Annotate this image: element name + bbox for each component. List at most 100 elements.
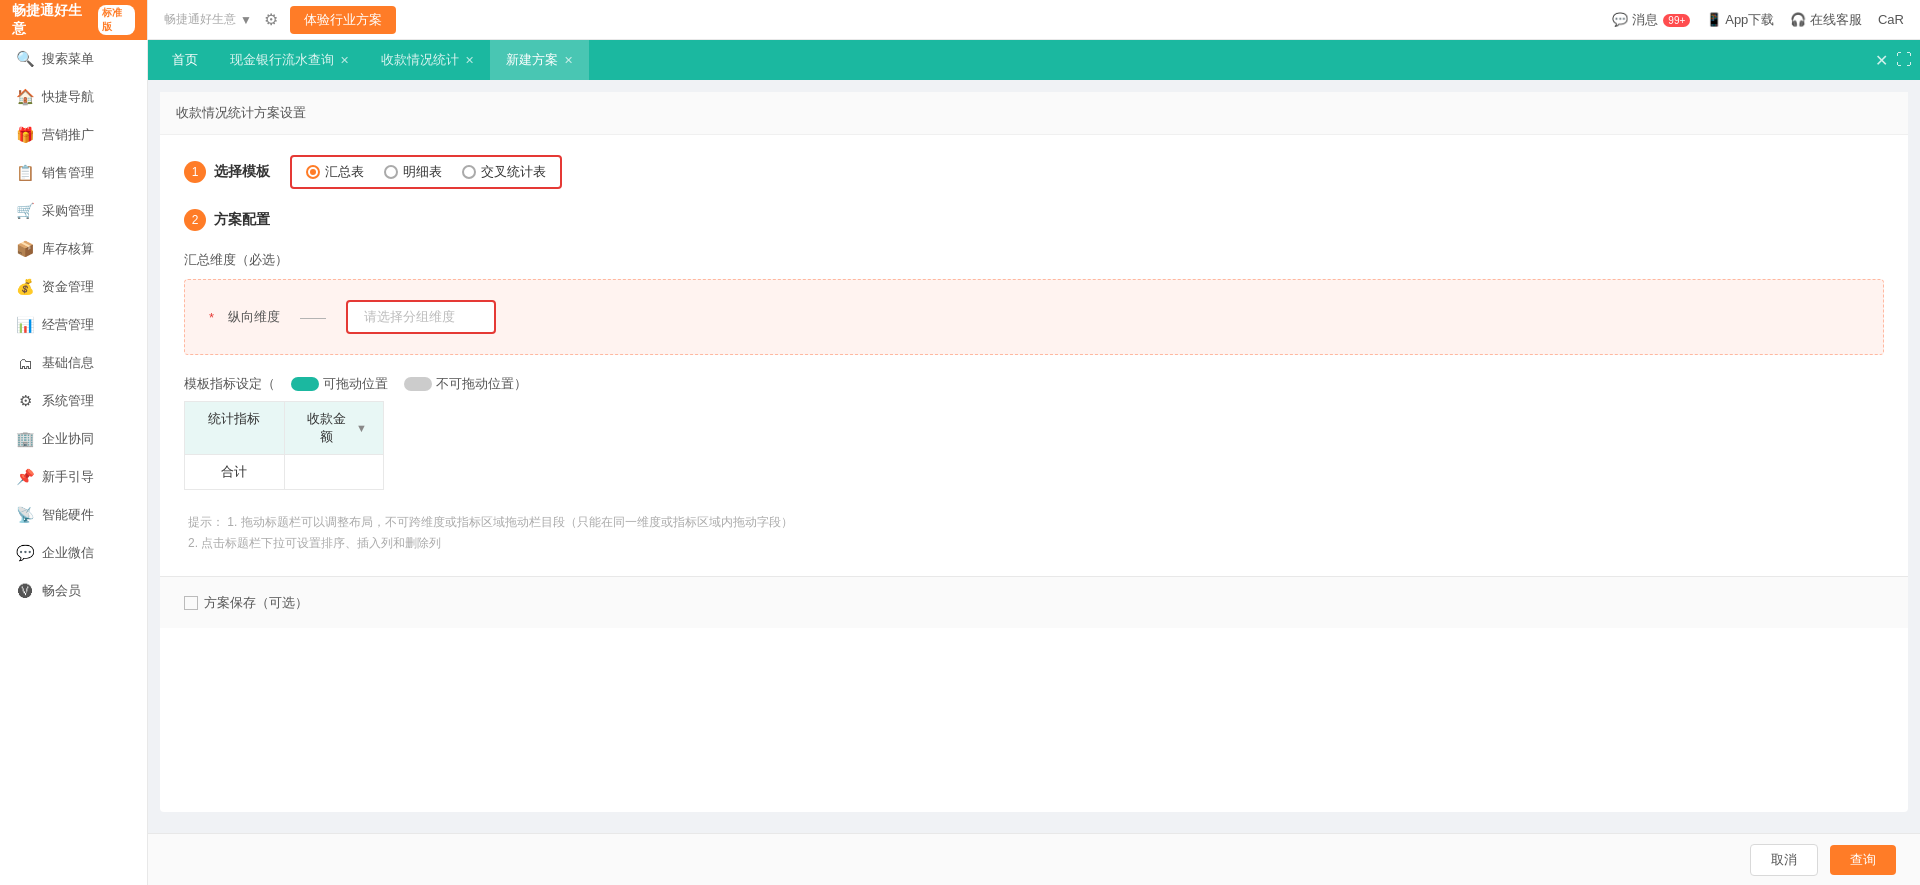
stat-title-cell: 统计指标 (185, 402, 285, 454)
sidebar-item-cooperation[interactable]: 🏢 企业协同 (0, 420, 147, 458)
sidebar-item-marketing[interactable]: 🎁 营销推广 (0, 116, 147, 154)
drag-tag: 可拖动位置 (291, 375, 388, 393)
sidebar-logo: 畅捷通好生意 标准版 (0, 0, 147, 40)
sidebar-item-search[interactable]: 🔍 搜索菜单 (0, 40, 147, 78)
message-section[interactable]: 💬 消息 99+ (1612, 11, 1690, 29)
headset-icon: 🎧 (1790, 12, 1806, 27)
message-icon: 💬 (1612, 12, 1628, 27)
sidebar-item-nav[interactable]: 🏠 快捷导航 (0, 78, 147, 116)
dim-section-title: 汇总维度（必选） (184, 251, 1884, 269)
row1-label: 合计 (221, 464, 247, 479)
download-label: App下载 (1725, 12, 1774, 27)
dim-row: * 纵向维度 —— 请选择分组维度 (209, 300, 1859, 334)
radio-detail-label: 明细表 (403, 163, 442, 181)
minimize-icon[interactable]: ✕ (1875, 51, 1888, 70)
tab-cash-label: 现金银行流水查询 (230, 51, 334, 69)
sidebar-item-hardware[interactable]: 📡 智能硬件 (0, 496, 147, 534)
no-drag-label: 不可拖动位置） (436, 375, 527, 393)
tip2: 2. 点击标题栏下拉可设置排序、插入列和删除列 (188, 535, 1880, 552)
sidebar-item-basic[interactable]: 🗂 基础信息 (0, 344, 147, 382)
user-name[interactable]: CaR (1878, 12, 1904, 27)
col1-label: 收款金额 (301, 410, 353, 446)
sidebar-item-system[interactable]: ⚙ 系统管理 (0, 382, 147, 420)
download-section[interactable]: 📱 App下载 (1706, 11, 1774, 29)
sidebar-item-sales[interactable]: 📋 销售管理 (0, 154, 147, 192)
sidebar-item-label: 资金管理 (42, 278, 94, 296)
sidebar-item-weixin[interactable]: 💬 企业微信 (0, 534, 147, 572)
sidebar-item-label: 销售管理 (42, 164, 94, 182)
radio-detail[interactable]: 明细表 (384, 163, 442, 181)
service-section[interactable]: 🎧 在线客服 (1790, 11, 1862, 29)
tab-cash-close[interactable]: ✕ (340, 54, 349, 67)
indicator-title: 模板指标设定（ (184, 375, 275, 393)
step2-num: 2 (184, 209, 206, 231)
step2-label: 方案配置 (214, 211, 270, 229)
sidebar-item-label: 营销推广 (42, 126, 94, 144)
no-drag-dot (404, 377, 432, 391)
sidebar-item-member[interactable]: 🅥 畅会员 (0, 572, 147, 610)
home-icon: 🏠 (16, 88, 34, 106)
tab-home[interactable]: 首页 (156, 40, 214, 80)
sidebar-item-label: 搜索菜单 (42, 50, 94, 68)
stat-row1-label: 合计 (185, 455, 285, 489)
tab-receipt[interactable]: 收款情况统计 ✕ (365, 40, 490, 80)
stat-col1-header[interactable]: 收款金额 ▼ (285, 402, 384, 454)
step1-label: 选择模板 (214, 163, 270, 181)
maximize-icon[interactable]: ⛶ (1896, 51, 1912, 69)
content-area: 收款情况统计方案设置 1 选择模板 汇总表 明细表 (148, 80, 1920, 885)
header: 畅捷通好生意 ▼ ⚙ 体验行业方案 💬 消息 99+ 📱 App下载 🎧 在线客… (148, 0, 1920, 40)
radio-dot-detail (384, 165, 398, 179)
sidebar-item-guide[interactable]: 📌 新手引导 (0, 458, 147, 496)
search-icon: 🔍 (16, 50, 34, 68)
tip1: 提示： 1. 拖动标题栏可以调整布局，不可跨维度或指标区域拖动栏目段（只能在同一… (188, 514, 1880, 531)
member-icon: 🅥 (16, 582, 34, 600)
chevron-down-icon[interactable]: ▼ (240, 13, 252, 27)
stat-table: 统计指标 收款金额 ▼ 合计 (184, 401, 384, 490)
radio-dot-summary (306, 165, 320, 179)
chat-icon: 💬 (16, 544, 34, 562)
tab-new[interactable]: 新建方案 ✕ (490, 40, 589, 80)
brand-text: 畅捷通好生意 (164, 11, 236, 28)
save-checkbox[interactable] (184, 596, 198, 610)
company-icon: 🏢 (16, 430, 34, 448)
stat-row1-val (285, 455, 384, 489)
industry-btn[interactable]: 体验行业方案 (290, 6, 396, 34)
sidebar-item-label: 畅会员 (42, 582, 81, 600)
content-inner: 收款情况统计方案设置 1 选择模板 汇总表 明细表 (160, 92, 1908, 812)
radio-dot-cross (462, 165, 476, 179)
main-area: 畅捷通好生意 ▼ ⚙ 体验行业方案 💬 消息 99+ 📱 App下载 🎧 在线客… (148, 0, 1920, 885)
sidebar-item-inventory[interactable]: 📦 库存核算 (0, 230, 147, 268)
tips-section: 提示： 1. 拖动标题栏可以调整布局，不可跨维度或指标区域拖动栏目段（只能在同一… (184, 514, 1884, 552)
file-icon: 🗂 (16, 354, 34, 372)
gift-icon: 🎁 (16, 126, 34, 144)
step1-num: 1 (184, 161, 206, 183)
tab-new-label: 新建方案 (506, 51, 558, 69)
settings-icon[interactable]: ⚙ (264, 10, 278, 29)
stat-table-header-section: 统计指标 收款金额 ▼ (185, 402, 383, 455)
query-button[interactable]: 查询 (1830, 845, 1896, 875)
dim-area: * 纵向维度 —— 请选择分组维度 (184, 279, 1884, 355)
tab-new-close[interactable]: ✕ (564, 54, 573, 67)
cancel-button[interactable]: 取消 (1750, 844, 1818, 876)
sidebar-item-label: 系统管理 (42, 392, 94, 410)
save-label: 方案保存（可选） (204, 594, 308, 612)
radio-cross[interactable]: 交叉统计表 (462, 163, 546, 181)
sidebar-item-label: 基础信息 (42, 354, 94, 372)
service-label: 在线客服 (1810, 12, 1862, 27)
tab-home-label: 首页 (172, 51, 198, 69)
sidebar-item-finance[interactable]: 💰 资金管理 (0, 268, 147, 306)
sidebar-item-label: 采购管理 (42, 202, 94, 220)
download-icon: 📱 (1706, 12, 1722, 27)
radio-summary[interactable]: 汇总表 (306, 163, 364, 181)
stat-title-label: 统计指标 (208, 411, 260, 426)
tab-receipt-close[interactable]: ✕ (465, 54, 474, 67)
chart-icon: 📊 (16, 316, 34, 334)
dim-select[interactable]: 请选择分组维度 (346, 300, 496, 334)
save-checkbox-label[interactable]: 方案保存（可选） (184, 594, 308, 612)
arrow-icon: —— (300, 310, 326, 325)
step1-row: 1 选择模板 汇总表 明细表 交叉统计表 (184, 155, 1884, 189)
tab-cash[interactable]: 现金银行流水查询 ✕ (214, 40, 365, 80)
sidebar-item-purchase[interactable]: 🛒 采购管理 (0, 192, 147, 230)
sidebar-item-label: 企业协同 (42, 430, 94, 448)
sidebar-item-operation[interactable]: 📊 经营管理 (0, 306, 147, 344)
